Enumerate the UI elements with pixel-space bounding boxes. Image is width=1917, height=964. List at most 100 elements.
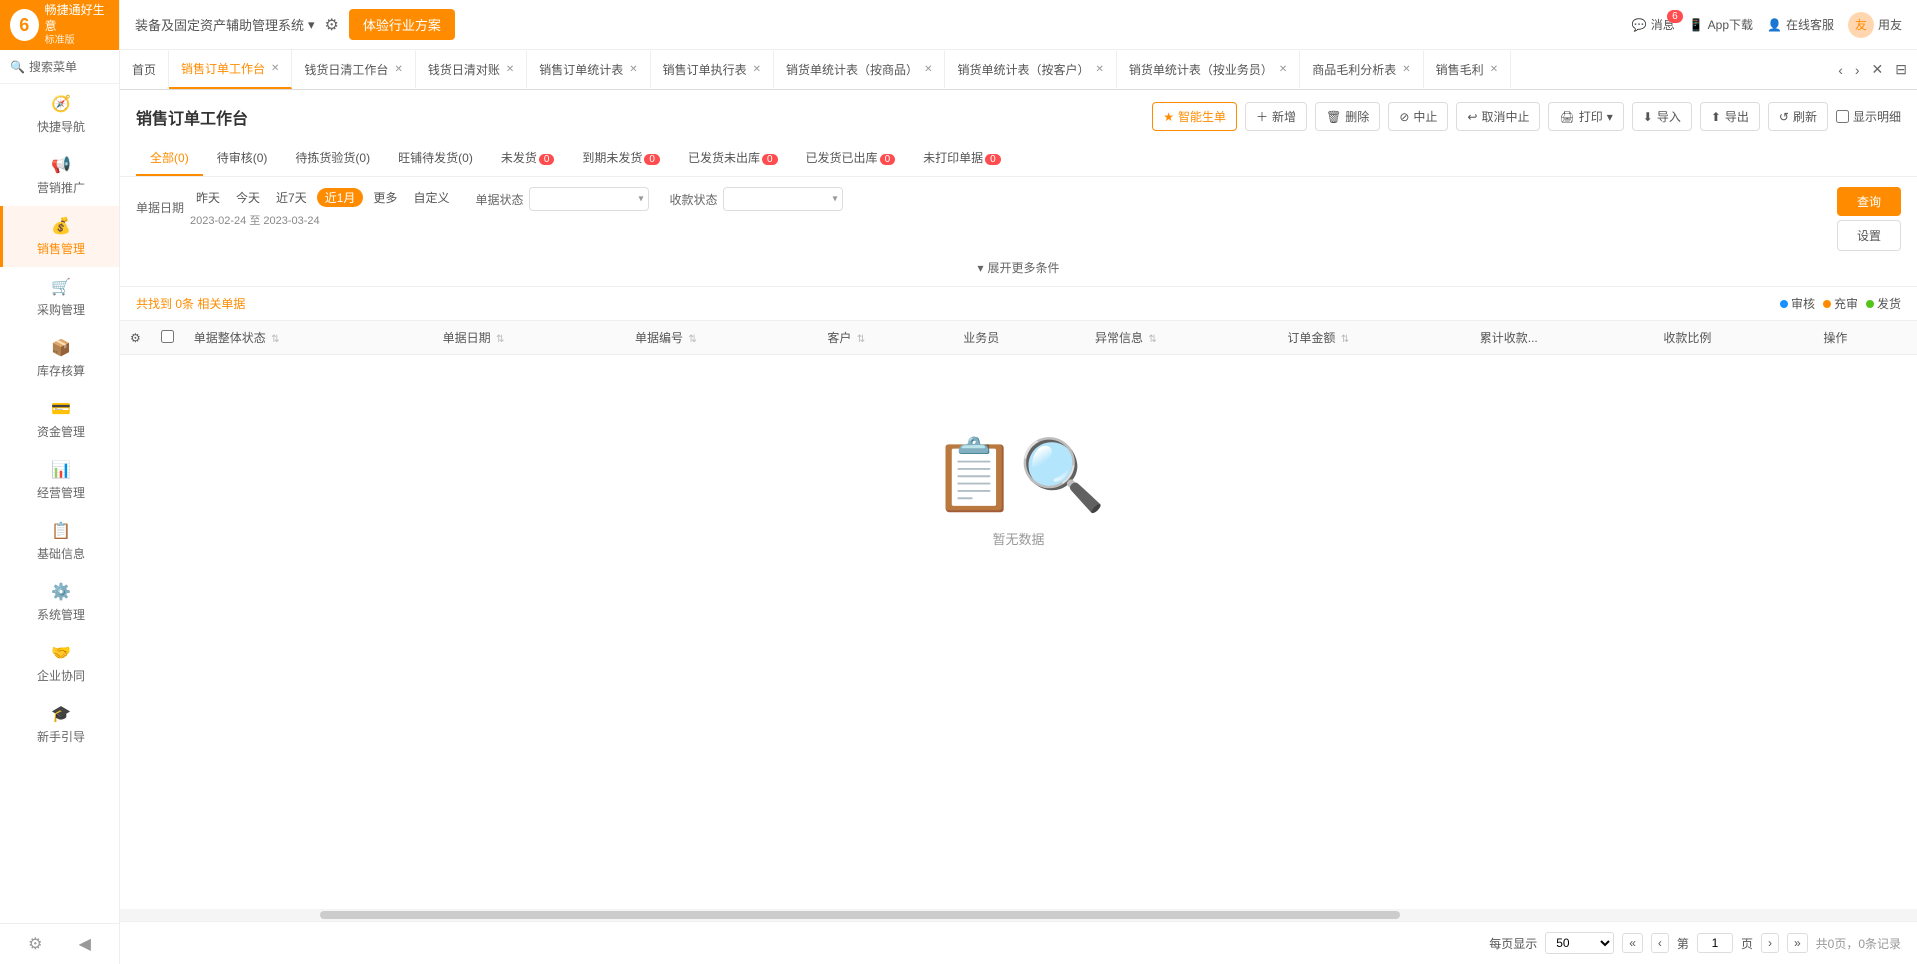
industry-solution-button[interactable]: 体验行业方案 xyxy=(349,9,455,40)
collapse-icon[interactable]: ◀ xyxy=(79,934,91,954)
col-settings-icon[interactable]: ⚙ xyxy=(130,331,141,345)
delete-button[interactable]: 🗑 删除 xyxy=(1315,102,1380,131)
print-button[interactable]: 🖨 打印 ▾ xyxy=(1548,102,1623,131)
tab-close-sales-summary-customer[interactable]: ✕ xyxy=(1095,64,1103,75)
sidebar-item-finance[interactable]: 💳 资金管理 xyxy=(0,389,119,450)
sort-icon-doc-date[interactable]: ⇅ xyxy=(496,334,504,345)
tab-next-btn[interactable]: › xyxy=(1851,60,1864,80)
cancel-stop-button[interactable]: ↩ 取消中止 xyxy=(1456,102,1540,131)
export-button[interactable]: ⬆ 导出 xyxy=(1700,102,1760,131)
topbar-settings-icon[interactable]: ⚙ xyxy=(325,15,339,35)
sidebar-item-enterprise[interactable]: 🤝 企业协同 xyxy=(0,633,119,694)
tab-close-all-btn[interactable]: ✕ xyxy=(1868,59,1888,80)
sidebar-item-sales[interactable]: 💰 销售管理 xyxy=(0,206,119,267)
review-batch-btn[interactable]: 审核 xyxy=(1780,295,1815,312)
tab-sales-order[interactable]: 销售订单工作台 ✕ xyxy=(169,50,292,89)
sidebar-item-marketing[interactable]: 📢 营销推广 xyxy=(0,145,119,206)
tab-cash-daily[interactable]: 钱货日清工作台 ✕ xyxy=(292,51,415,88)
message-button[interactable]: 💬 消息 6 xyxy=(1632,16,1675,33)
sub-tab-pending-inspect[interactable]: 待拣货验货(0) xyxy=(281,141,384,176)
sort-icon-doc-number[interactable]: ⇅ xyxy=(688,334,696,345)
horizontal-scrollbar[interactable] xyxy=(120,909,1917,921)
tab-close-product-margin[interactable]: ✕ xyxy=(1402,64,1410,75)
date-btn-1month[interactable]: 近1月 xyxy=(317,188,364,207)
stop-button[interactable]: ⊘ 中止 xyxy=(1388,102,1448,131)
sub-tab-shipped-out[interactable]: 已发货已出库0 xyxy=(792,141,910,176)
smart-create-button[interactable]: ★ 智能生单 xyxy=(1152,102,1237,131)
sort-icon-doc-status[interactable]: ⇅ xyxy=(271,334,279,345)
sidebar-item-guide[interactable]: 🎓 新手引导 xyxy=(0,694,119,755)
sort-icon-exception[interactable]: ⇅ xyxy=(1148,334,1156,345)
filter-payment-select[interactable] xyxy=(723,187,843,211)
hscroll-thumb[interactable] xyxy=(320,911,1400,919)
date-btn-yesterday[interactable]: 昨天 xyxy=(190,187,226,208)
tab-prev-btn[interactable]: ‹ xyxy=(1834,60,1847,80)
tab-sales-summary-staff[interactable]: 销货单统计表（按业务员） ✕ xyxy=(1117,51,1300,88)
refresh-button[interactable]: ↺ 刷新 xyxy=(1768,102,1828,131)
tab-sales-summary-product[interactable]: 销货单统计表（按商品） ✕ xyxy=(774,51,945,88)
search-menu[interactable]: 🔍 搜索菜单 xyxy=(0,50,119,84)
col-salesperson: 业务员 xyxy=(953,321,1085,355)
sidebar-item-business[interactable]: 📊 经营管理 xyxy=(0,450,119,511)
system-title[interactable]: 装备及固定资产辅助管理系统 ▾ xyxy=(135,15,315,34)
tab-close-sales-order[interactable]: ✕ xyxy=(271,63,279,74)
tab-sales-summary-customer[interactable]: 销货单统计表（按客户） ✕ xyxy=(945,51,1116,88)
tab-close-cash-daily[interactable]: ✕ xyxy=(394,64,402,75)
new-button[interactable]: ＋ 新增 xyxy=(1245,102,1307,131)
filter-settings-button[interactable]: 设置 xyxy=(1837,220,1901,251)
query-button[interactable]: 查询 xyxy=(1837,187,1901,216)
cancel-review-batch-btn[interactable]: 充审 xyxy=(1823,295,1858,312)
per-page-select[interactable]: 50 10 20 100 xyxy=(1545,932,1614,954)
sub-tab-not-shipped[interactable]: 未发货0 xyxy=(487,141,569,176)
sub-tab-shipped-not-out[interactable]: 已发货未出库0 xyxy=(674,141,792,176)
online-service-button[interactable]: 👤 在线客服 xyxy=(1767,16,1834,33)
user-menu[interactable]: 友 用友 xyxy=(1848,12,1902,38)
tab-product-margin[interactable]: 商品毛利分析表 ✕ xyxy=(1300,51,1423,88)
tab-close-sales-summary-product[interactable]: ✕ xyxy=(924,64,932,75)
tab-sales-exec[interactable]: 销售订单执行表 ✕ xyxy=(651,51,774,88)
sidebar-item-purchase[interactable]: 🛒 采购管理 xyxy=(0,267,119,328)
detail-checkbox-input[interactable] xyxy=(1836,110,1849,123)
sub-tab-wangpu-pending[interactable]: 旺铺待发货(0) xyxy=(384,141,487,176)
tab-close-sales-stats[interactable]: ✕ xyxy=(629,64,637,75)
sort-icon-order-amount[interactable]: ⇅ xyxy=(1341,334,1349,345)
date-btn-more[interactable]: 更多 xyxy=(367,187,403,208)
sidebar-item-quick-nav[interactable]: 🧭 快捷导航 xyxy=(0,84,119,145)
tab-close-sales-summary-staff[interactable]: ✕ xyxy=(1279,64,1287,75)
expand-filter-button[interactable]: ▾ 展开更多条件 xyxy=(977,259,1059,276)
tab-sales-stats[interactable]: 销售订单统计表 ✕ xyxy=(527,51,650,88)
filter-date-range: 2023-02-24 至 2023-03-24 xyxy=(190,212,455,228)
last-page-btn[interactable]: » xyxy=(1787,933,1808,953)
sub-tab-all[interactable]: 全部(0) xyxy=(136,141,203,176)
sub-tab-pending-review[interactable]: 待审核(0) xyxy=(203,141,282,176)
logo-text: 畅捷通好生意 标准版 xyxy=(45,3,109,47)
tab-sales-more[interactable]: 销售毛利 ✕ xyxy=(1424,51,1511,88)
tab-expand-btn[interactable]: ⊟ xyxy=(1891,59,1911,80)
show-detail-checkbox[interactable]: 显示明细 xyxy=(1836,108,1901,125)
app-download-button[interactable]: 📱 App下载 xyxy=(1689,16,1753,33)
filter-status-select[interactable] xyxy=(529,187,649,211)
page-input[interactable] xyxy=(1697,933,1733,953)
sidebar-item-basic-info[interactable]: 📋 基础信息 xyxy=(0,511,119,572)
select-all-checkbox[interactable] xyxy=(161,330,174,343)
next-page-btn[interactable]: › xyxy=(1761,933,1779,953)
table-scroll[interactable]: ⚙ 单据整体状态 ⇅ 单据日期 ⇅ xyxy=(120,321,1917,909)
sort-icon-customer[interactable]: ⇅ xyxy=(857,334,865,345)
sub-tab-expired-not-shipped[interactable]: 到期未发货0 xyxy=(568,141,674,176)
date-btn-custom[interactable]: 自定义 xyxy=(407,187,455,208)
prev-page-btn[interactable]: ‹ xyxy=(1651,933,1669,953)
date-btn-today[interactable]: 今天 xyxy=(230,187,266,208)
tab-close-sales-exec[interactable]: ✕ xyxy=(753,64,761,75)
tab-cash-reconcile[interactable]: 钱货日清对账 ✕ xyxy=(416,51,527,88)
date-btn-7days[interactable]: 近7天 xyxy=(270,187,313,208)
tab-home[interactable]: 首页 xyxy=(120,51,169,88)
tab-close-sales-more[interactable]: ✕ xyxy=(1490,64,1498,75)
first-page-btn[interactable]: « xyxy=(1622,933,1643,953)
settings-bottom-icon[interactable]: ⚙ xyxy=(28,934,42,954)
sub-tab-not-printed[interactable]: 未打印单据0 xyxy=(909,141,1015,176)
import-button[interactable]: ⬇ 导入 xyxy=(1632,102,1692,131)
sidebar-item-inventory[interactable]: 📦 库存核算 xyxy=(0,328,119,389)
sidebar-item-system[interactable]: ⚙️ 系统管理 xyxy=(0,572,119,633)
ship-batch-btn[interactable]: 发货 xyxy=(1866,295,1901,312)
tab-close-cash-reconcile[interactable]: ✕ xyxy=(506,64,514,75)
